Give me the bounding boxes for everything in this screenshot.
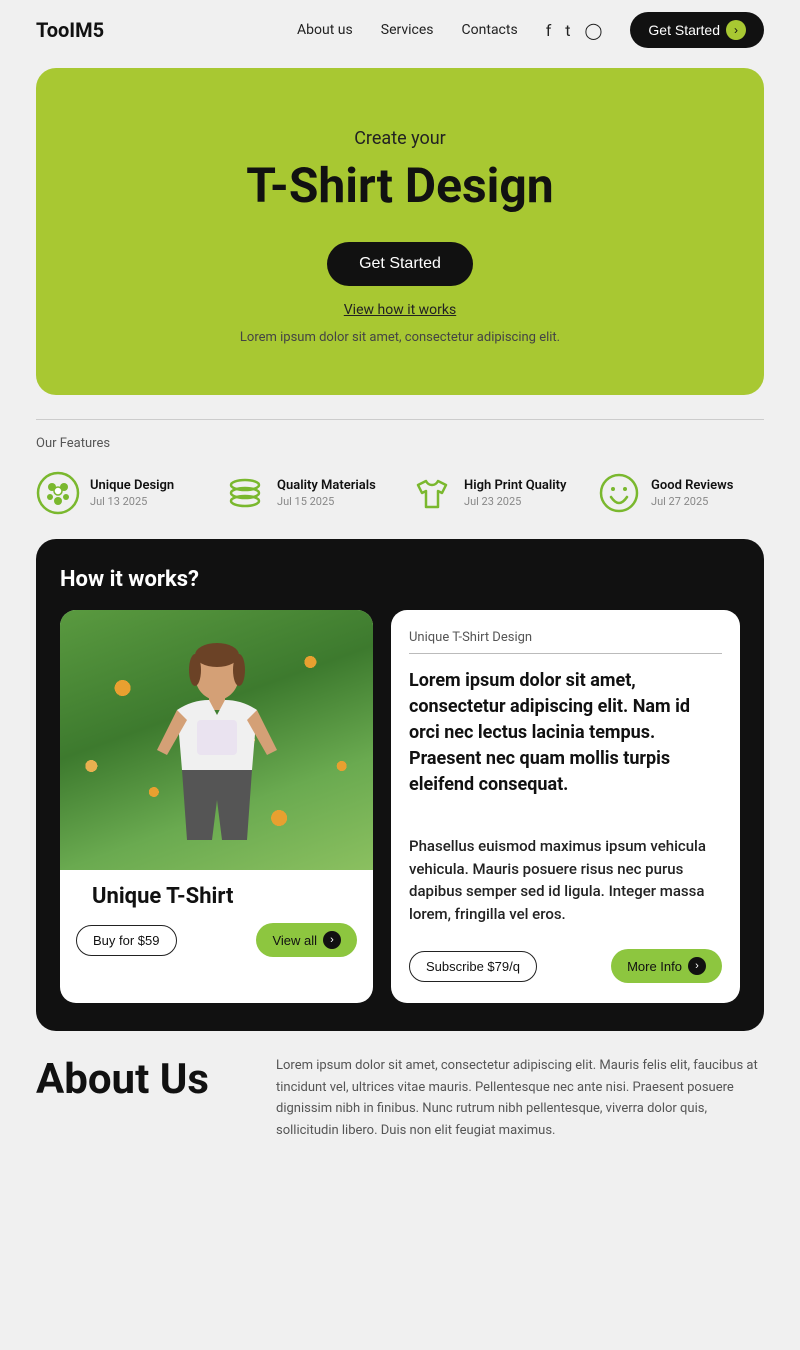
feature-high-print-name: High Print Quality [464,478,567,493]
facebook-icon[interactable]: f [546,21,552,40]
subscribe-button[interactable]: Subscribe $79/q [409,951,537,982]
more-info-button[interactable]: More Info › [611,949,722,983]
instagram-icon[interactable]: ◯ [585,21,603,40]
how-card-image [60,610,373,870]
tshirt-icon [410,471,454,515]
feature-quality-materials-name: Quality Materials [277,478,376,493]
nav-services[interactable]: Services [381,22,434,38]
feature-good-reviews-date: Jul 27 2025 [651,495,733,508]
nav-contacts[interactable]: Contacts [462,22,518,38]
hero-view-link[interactable]: View how it works [76,302,724,318]
nav-get-started-button[interactable]: Get Started › [630,12,764,48]
hero-section: Create your T-Shirt Design Get Started V… [36,68,764,395]
features-label: Our Features [36,436,764,451]
how-left-card: Unique T-Shirt Buy for $59 View all › [60,610,373,1003]
how-right-card: Unique T-Shirt Design Lorem ipsum dolor … [391,610,740,1003]
right-card-label: Unique T-Shirt Design [409,630,722,645]
nav-about[interactable]: About us [297,22,353,38]
feature-quality-materials-date: Jul 15 2025 [277,495,376,508]
feature-unique-design: Unique Design Jul 13 2025 [36,471,203,515]
feature-quality-materials: Quality Materials Jul 15 2025 [223,471,390,515]
right-card-body2: Phasellus euismod maximus ipsum vehicula… [409,835,722,925]
right-card-actions: Subscribe $79/q More Info › [409,949,722,983]
hero-title: T-Shirt Design [76,157,724,214]
nav-links: About us Services Contacts f t ◯ Get Sta… [297,12,764,48]
smiley-icon [597,471,641,515]
person-silhouette [127,640,307,870]
features-divider [36,419,764,420]
feature-unique-design-name: Unique Design [90,478,174,493]
feature-high-print-date: Jul 23 2025 [464,495,567,508]
buy-button[interactable]: Buy for $59 [76,925,177,956]
right-card-divider [409,653,722,654]
feature-quality-materials-text: Quality Materials Jul 15 2025 [277,478,376,508]
get-started-arrow-icon: › [726,20,746,40]
feature-good-reviews-text: Good Reviews Jul 27 2025 [651,478,733,508]
feature-good-reviews-name: Good Reviews [651,478,733,493]
navbar: TooIM5 About us Services Contacts f t ◯ … [0,0,800,60]
view-all-button[interactable]: View all › [256,923,357,957]
palette-icon [36,471,80,515]
right-card-body1: Lorem ipsum dolor sit amet, consectetur … [409,668,722,798]
feature-high-print: High Print Quality Jul 23 2025 [410,471,577,515]
how-card-left-title: Unique T-Shirt [76,870,357,913]
features-section: Our Features Unique Design Jul 13 2025 [36,419,764,515]
feature-high-print-text: High Print Quality Jul 23 2025 [464,478,567,508]
layers-icon [223,471,267,515]
twitter-icon[interactable]: t [565,21,570,40]
how-cards: Unique T-Shirt Buy for $59 View all › Un… [60,610,740,1003]
hero-subtitle: Create your [76,128,724,149]
feature-unique-design-date: Jul 13 2025 [90,495,174,508]
hero-lorem-text: Lorem ipsum dolor sit amet, consectetur … [76,330,724,345]
social-icons: f t ◯ [546,21,603,40]
how-section: How it works? [36,539,764,1031]
feature-good-reviews: Good Reviews Jul 27 2025 [597,471,764,515]
about-text: Lorem ipsum dolor sit amet, consectetur … [276,1055,764,1141]
how-card-left-actions: Buy for $59 View all › [60,913,373,957]
view-all-arrow-icon: › [323,931,341,949]
how-title: How it works? [60,567,740,592]
hero-get-started-button[interactable]: Get Started [327,242,473,286]
about-title: About Us [36,1055,236,1104]
features-grid: Unique Design Jul 13 2025 Quality Materi… [36,471,764,515]
more-info-arrow-icon: › [688,957,706,975]
about-section: About Us Lorem ipsum dolor sit amet, con… [36,1055,764,1141]
logo: TooIM5 [36,18,104,42]
feature-unique-design-text: Unique Design Jul 13 2025 [90,478,174,508]
